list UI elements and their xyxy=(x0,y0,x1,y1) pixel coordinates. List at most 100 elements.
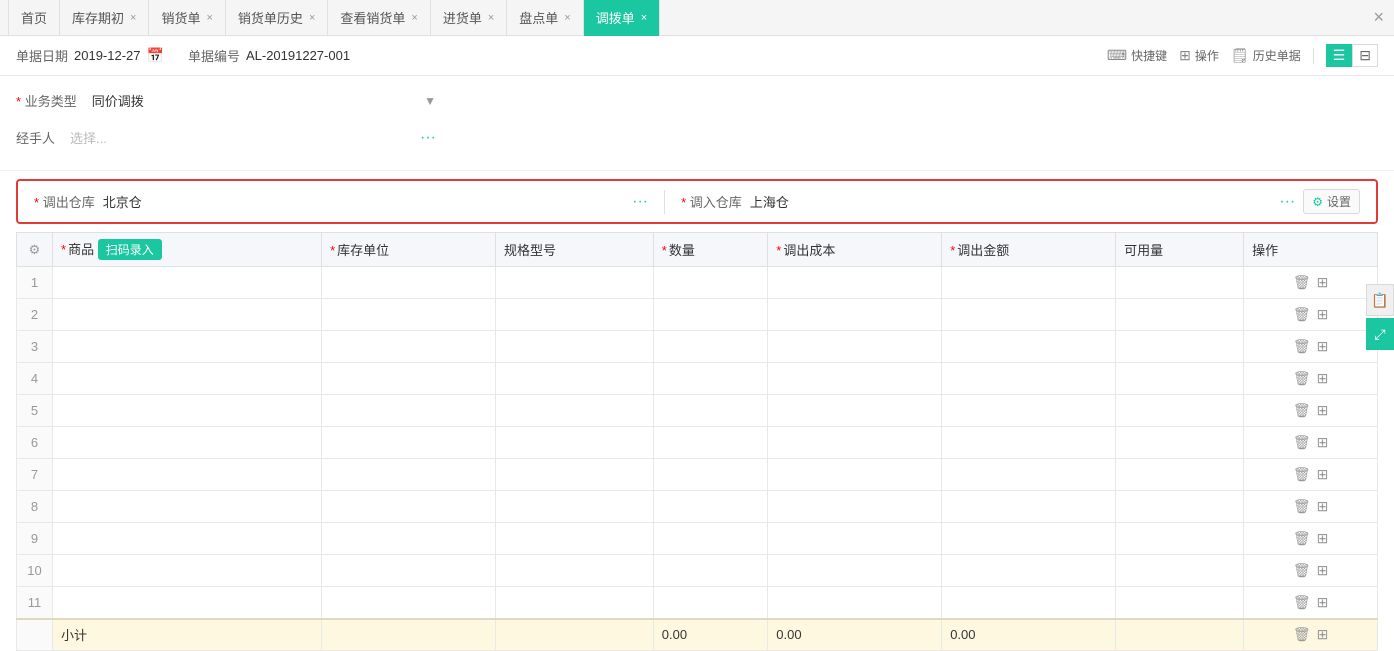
row-cost[interactable] xyxy=(768,267,942,299)
row-product[interactable] xyxy=(53,523,322,555)
row-product[interactable] xyxy=(53,555,322,587)
handler-more-button[interactable]: ··· xyxy=(420,129,436,147)
row-cost[interactable] xyxy=(768,459,942,491)
list-view-button[interactable]: ☰ xyxy=(1326,44,1353,67)
row-qty[interactable] xyxy=(653,427,767,459)
row-qty[interactable] xyxy=(653,267,767,299)
row-amount[interactable] xyxy=(942,331,1116,363)
row-spec[interactable] xyxy=(496,491,654,523)
row-unit[interactable] xyxy=(322,299,496,331)
row-amount[interactable] xyxy=(942,299,1116,331)
row-product[interactable] xyxy=(53,363,322,395)
row-product[interactable] xyxy=(53,587,322,619)
row-unit[interactable] xyxy=(322,267,496,299)
row-cost[interactable] xyxy=(768,523,942,555)
row-product[interactable] xyxy=(53,491,322,523)
row-amount[interactable] xyxy=(942,523,1116,555)
delete-row-button[interactable]: 🗑 xyxy=(1290,432,1314,453)
row-qty[interactable] xyxy=(653,395,767,427)
row-spec[interactable] xyxy=(496,299,654,331)
tab-home[interactable]: 首页 xyxy=(8,0,60,36)
warehouse-in-value[interactable]: 上海仓 xyxy=(750,192,1267,211)
row-cost[interactable] xyxy=(768,427,942,459)
warehouse-out-more-button[interactable]: ··· xyxy=(632,193,648,211)
float-expand-button[interactable]: ⤢ xyxy=(1366,318,1394,350)
row-spec[interactable] xyxy=(496,267,654,299)
tab-inventory-init[interactable]: 库存期初 × xyxy=(60,0,149,36)
tab-transfer-order[interactable]: 调拨单 × xyxy=(584,0,660,36)
row-cost[interactable] xyxy=(768,363,942,395)
row-amount[interactable] xyxy=(942,395,1116,427)
shortcuts-button[interactable]: ⌨ 快捷键 xyxy=(1107,47,1167,64)
history-docs-button[interactable]: 🗒 历史单据 xyxy=(1231,47,1301,64)
close-sales-order-tab[interactable]: × xyxy=(206,12,212,24)
row-spec[interactable] xyxy=(496,555,654,587)
row-cost[interactable] xyxy=(768,587,942,619)
float-doc-button[interactable]: 📋 xyxy=(1366,284,1394,316)
tab-sales-history[interactable]: 销货单历史 × xyxy=(226,0,328,36)
delete-row-button[interactable]: 🗑 xyxy=(1290,592,1314,613)
row-product[interactable] xyxy=(53,331,322,363)
grid-view-button[interactable]: ⊟ xyxy=(1352,44,1378,67)
delete-row-button[interactable]: 🗑 xyxy=(1290,464,1314,485)
tab-bar-close-button[interactable]: × xyxy=(1373,7,1384,28)
copy-row-button[interactable]: ⊞ xyxy=(1314,496,1332,517)
subtotal-delete-button[interactable]: 🗑 xyxy=(1290,624,1314,645)
row-unit[interactable] xyxy=(322,523,496,555)
row-spec[interactable] xyxy=(496,395,654,427)
row-qty[interactable] xyxy=(653,299,767,331)
row-amount[interactable] xyxy=(942,363,1116,395)
row-amount[interactable] xyxy=(942,267,1116,299)
delete-row-button[interactable]: 🗑 xyxy=(1290,336,1314,357)
copy-row-button[interactable]: ⊞ xyxy=(1314,432,1332,453)
tab-view-sales[interactable]: 查看销货单 × xyxy=(328,0,430,36)
close-transfer-order-tab[interactable]: × xyxy=(641,12,647,24)
row-unit[interactable] xyxy=(322,395,496,427)
delete-row-button[interactable]: 🗑 xyxy=(1290,528,1314,549)
copy-row-button[interactable]: ⊞ xyxy=(1314,464,1332,485)
warehouse-out-value[interactable]: 北京仓 xyxy=(103,192,620,211)
row-product[interactable] xyxy=(53,299,322,331)
delete-row-button[interactable]: 🗑 xyxy=(1290,496,1314,517)
row-unit[interactable] xyxy=(322,555,496,587)
copy-row-button[interactable]: ⊞ xyxy=(1314,336,1332,357)
row-product[interactable] xyxy=(53,395,322,427)
row-qty[interactable] xyxy=(653,587,767,619)
calendar-icon[interactable]: 📅 xyxy=(147,47,164,64)
close-inventory-check-tab[interactable]: × xyxy=(564,12,570,24)
row-spec[interactable] xyxy=(496,523,654,555)
copy-row-button[interactable]: ⊞ xyxy=(1314,400,1332,421)
row-unit[interactable] xyxy=(322,331,496,363)
delete-row-button[interactable]: 🗑 xyxy=(1290,368,1314,389)
delete-row-button[interactable]: 🗑 xyxy=(1290,560,1314,581)
row-amount[interactable] xyxy=(942,555,1116,587)
row-qty[interactable] xyxy=(653,491,767,523)
settings-button[interactable]: ⚙ 设置 xyxy=(1303,189,1360,214)
row-unit[interactable] xyxy=(322,363,496,395)
copy-row-button[interactable]: ⊞ xyxy=(1314,560,1332,581)
delete-row-button[interactable]: 🗑 xyxy=(1290,304,1314,325)
row-unit[interactable] xyxy=(322,427,496,459)
row-unit[interactable] xyxy=(322,587,496,619)
row-spec[interactable] xyxy=(496,427,654,459)
row-qty[interactable] xyxy=(653,459,767,491)
row-amount[interactable] xyxy=(942,587,1116,619)
copy-row-button[interactable]: ⊞ xyxy=(1314,272,1332,293)
row-cost[interactable] xyxy=(768,299,942,331)
copy-row-button[interactable]: ⊞ xyxy=(1314,592,1332,613)
copy-row-button[interactable]: ⊞ xyxy=(1314,304,1332,325)
close-purchase-order-tab[interactable]: × xyxy=(488,12,494,24)
row-amount[interactable] xyxy=(942,459,1116,491)
row-spec[interactable] xyxy=(496,459,654,491)
row-product[interactable] xyxy=(53,459,322,491)
row-cost[interactable] xyxy=(768,395,942,427)
row-qty[interactable] xyxy=(653,523,767,555)
row-cost[interactable] xyxy=(768,491,942,523)
col-gear[interactable]: ⚙ xyxy=(17,233,53,267)
row-qty[interactable] xyxy=(653,555,767,587)
copy-row-button[interactable]: ⊞ xyxy=(1314,528,1332,549)
operations-button[interactable]: ⊞ 操作 xyxy=(1179,47,1219,64)
row-cost[interactable] xyxy=(768,555,942,587)
row-unit[interactable] xyxy=(322,459,496,491)
tab-sales-order[interactable]: 销货单 × xyxy=(149,0,225,36)
